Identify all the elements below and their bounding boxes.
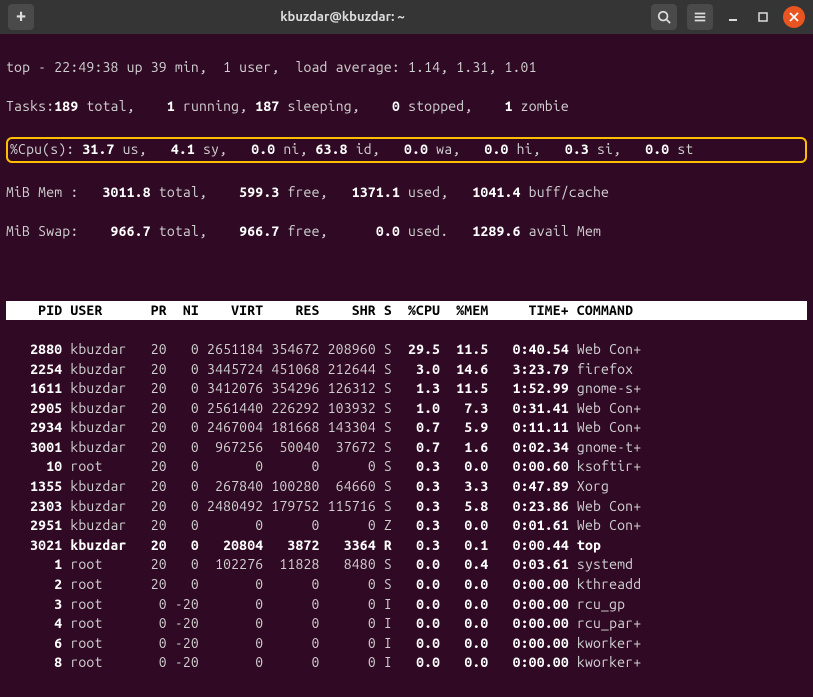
minimize-button[interactable] <box>723 7 743 27</box>
blank-line <box>6 262 807 282</box>
top-tasks-line: Tasks:189 total, 1 running, 187 sleeping… <box>6 97 807 117</box>
top-mem-line: MiB Mem : 3011.8 total, 599.3 free, 1371… <box>6 183 807 203</box>
process-row: 3 root 0 -20 0 0 0 I 0.0 0.0 0:00.00 rcu… <box>6 595 807 615</box>
process-row: 2951 kbuzdar 20 0 0 0 0 Z 0.3 0.0 0:01.6… <box>6 516 807 536</box>
process-row: 3021 kbuzdar 20 0 20804 3872 3364 R 0.3 … <box>6 536 807 556</box>
process-row: 10 root 20 0 0 0 0 S 0.3 0.0 0:00.60 kso… <box>6 457 807 477</box>
window-title: kbuzdar@kbuzdar: ~ <box>42 8 643 26</box>
process-row: 1355 kbuzdar 20 0 267840 100280 64660 S … <box>6 477 807 497</box>
process-row: 2303 kbuzdar 20 0 2480492 179752 115716 … <box>6 497 807 517</box>
search-icon <box>657 10 671 24</box>
minimize-icon <box>727 11 739 23</box>
process-row: 6 root 0 -20 0 0 0 I 0.0 0.0 0:00.00 kwo… <box>6 634 807 654</box>
process-row: 3001 kbuzdar 20 0 967256 50040 37672 S 0… <box>6 438 807 458</box>
top-uptime-line: top - 22:49:38 up 39 min, 1 user, load a… <box>6 58 807 78</box>
maximize-icon <box>757 11 769 23</box>
close-button[interactable] <box>783 6 805 28</box>
window-titlebar: + kbuzdar@kbuzdar: ~ <box>0 0 813 34</box>
search-button[interactable] <box>651 4 677 30</box>
new-tab-button[interactable]: + <box>8 4 34 30</box>
hamburger-icon <box>693 10 707 24</box>
cpu-highlight-box: %Cpu(s): 31.7 us, 4.1 sy, 0.0 ni, 63.8 i… <box>6 137 807 163</box>
menu-button[interactable] <box>687 4 713 30</box>
process-row: 2254 kbuzdar 20 0 3445724 451068 212644 … <box>6 360 807 380</box>
process-row: 2934 kbuzdar 20 0 2467004 181668 143304 … <box>6 418 807 438</box>
process-row: 2 root 20 0 0 0 0 S 0.0 0.0 0:00.00 kthr… <box>6 575 807 595</box>
terminal-area[interactable]: top - 22:49:38 up 39 min, 1 user, load a… <box>0 34 813 697</box>
maximize-button[interactable] <box>753 7 773 27</box>
process-header: PID USER PR NI VIRT RES SHR S %CPU %MEM … <box>6 301 807 321</box>
top-cpu-line: %Cpu(s): 31.7 us, 4.1 sy, 0.0 ni, 63.8 i… <box>10 140 803 160</box>
process-row: 1 root 20 0 102276 11828 8480 S 0.0 0.4 … <box>6 555 807 575</box>
process-row: 1611 kbuzdar 20 0 3412076 354296 126312 … <box>6 379 807 399</box>
process-row: 2880 kbuzdar 20 0 2651184 354672 208960 … <box>6 340 807 360</box>
process-row: 8 root 0 -20 0 0 0 I 0.0 0.0 0:00.00 kwo… <box>6 653 807 673</box>
process-row: 2905 kbuzdar 20 0 2561440 226292 103932 … <box>6 399 807 419</box>
top-swap-line: MiB Swap: 966.7 total, 966.7 free, 0.0 u… <box>6 222 807 242</box>
process-row: 4 root 0 -20 0 0 0 I 0.0 0.0 0:00.00 rcu… <box>6 614 807 634</box>
process-list: 2880 kbuzdar 20 0 2651184 354672 208960 … <box>6 340 807 673</box>
close-icon <box>789 12 799 22</box>
